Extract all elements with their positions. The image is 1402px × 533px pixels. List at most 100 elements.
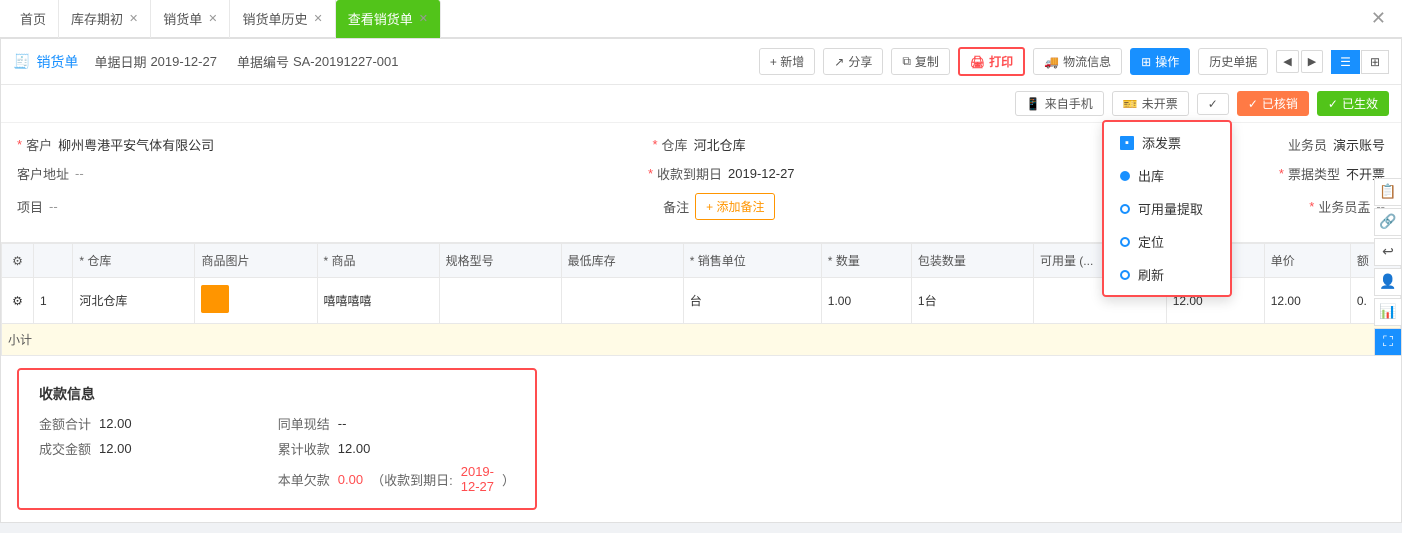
next-arrow[interactable]: ▶ — [1301, 50, 1323, 73]
copy-button[interactable]: ⧉ 复制 — [891, 48, 950, 75]
tab-inventory-init[interactable]: 库存期初 ✕ — [59, 0, 151, 38]
tab-bar-close-button[interactable]: ✕ — [1363, 8, 1394, 29]
transaction-value: 12.00 — [99, 441, 132, 456]
available-qty-item[interactable]: 可用量提取 — [1104, 192, 1230, 225]
balance-note-end: ） — [502, 470, 515, 489]
sidebar-btn-6[interactable]: ⛶ — [1374, 328, 1402, 356]
customer-field: 客户 柳州粤港平安气体有限公司 — [17, 135, 652, 154]
total-label: 金额合计 — [39, 414, 91, 433]
cumulative-label: 累计收款 — [278, 439, 330, 458]
sidebar-btn-4[interactable]: 👤 — [1374, 268, 1402, 296]
sidebar-btn-3[interactable]: ↩ — [1374, 238, 1402, 266]
sidebar-btn-5[interactable]: 📊 — [1374, 298, 1402, 326]
check-icon-btn[interactable]: ✓ — [1197, 93, 1229, 115]
effective-button[interactable]: ✓ 已生效 — [1317, 91, 1389, 116]
staff-field: 业务员 演示账号 — [1288, 135, 1385, 154]
print-button[interactable]: 🖨 打印 — [958, 47, 1025, 76]
project-field: 项目 -- — [17, 197, 663, 216]
tab-close-sales[interactable]: ✕ — [208, 12, 217, 25]
row-min-stock — [561, 278, 683, 324]
row-product: 嘻嘻嘻嘻 — [317, 278, 439, 324]
total-value: 12.00 — [99, 416, 132, 431]
payment-info-title: 收款信息 — [39, 384, 515, 404]
status-row: 📱 来自手机 🎫 未开票 ✓ ✓ 已核销 ✓ 已生效 — [1, 85, 1401, 123]
tab-close-history[interactable]: ✕ — [314, 12, 323, 25]
due-date-label: 收款到期日 — [648, 164, 722, 183]
product-thumbnail — [201, 285, 229, 313]
effective-check-icon: ✓ — [1328, 97, 1338, 111]
warehouse-value: 河北仓库 — [694, 135, 746, 154]
share-button[interactable]: ↗ 分享 — [823, 48, 883, 75]
tab-close-inventory[interactable]: ✕ — [129, 12, 138, 25]
from-phone-button[interactable]: 📱 来自手机 — [1015, 91, 1104, 116]
view-toggle: ☰ ⊞ — [1331, 50, 1389, 74]
ticket-label: 票据类型 — [1279, 164, 1340, 183]
col-rownum — [34, 244, 73, 278]
logistics-button[interactable]: 🚚 物流信息 — [1033, 48, 1122, 75]
transaction-row: 成交金额 12.00 — [39, 439, 258, 458]
row-quantity: 1.00 — [821, 278, 911, 324]
col-settings: ⚙ — [2, 244, 34, 278]
history-button[interactable]: 历史单据 — [1198, 48, 1268, 75]
sold-out-button[interactable]: ✓ 已核销 — [1237, 91, 1309, 116]
outbound-item[interactable]: 出库 — [1104, 159, 1230, 192]
sidebar-btn-2[interactable]: 🔗 — [1374, 208, 1402, 236]
header-actions: + 新增 ↗ 分享 ⧉ 复制 🖨 打印 🚚 物流信息 — [759, 47, 1389, 76]
row-spec — [439, 278, 561, 324]
col-product: * 商品 — [317, 244, 439, 278]
copy-icon: ⧉ — [902, 54, 911, 69]
sidebar-btn-1[interactable]: 📋 — [1374, 178, 1402, 206]
grid-icon: ⊞ — [1141, 55, 1151, 69]
refresh-item[interactable]: 刷新 — [1104, 258, 1230, 291]
ticket-field: 票据类型 不开票 — [1279, 164, 1385, 183]
project-value: -- — [49, 199, 58, 214]
tab-close-view-sales[interactable]: ✕ — [419, 12, 428, 25]
add-invoice-item[interactable]: ▪ 添发票 — [1104, 126, 1230, 159]
header-bar: 🧾 销货单 单据日期 2019-12-27 单据编号 SA-20191227-0… — [1, 39, 1401, 85]
operations-button[interactable]: ⊞ 操作 — [1130, 48, 1190, 75]
total-amount-row: 金额合计 12.00 — [39, 414, 258, 433]
tab-home[interactable]: 首页 — [8, 0, 59, 38]
subtotal-row: 小计 — [2, 324, 1401, 356]
balance-value: 0.00 — [338, 472, 363, 487]
grid-view-button[interactable]: ⊞ — [1361, 50, 1389, 74]
col-package-qty: 包装数量 — [911, 244, 1033, 278]
prev-arrow[interactable]: ◀ — [1276, 50, 1298, 73]
operations-dropdown: ▪ 添发票 出库 可用量提取 定位 刷新 — [1102, 120, 1232, 297]
address-field: 客户地址 -- — [17, 164, 648, 183]
doc-date-field: 单据日期 2019-12-27 — [94, 52, 217, 71]
same-order-label: 同单现结 — [278, 414, 330, 433]
new-button[interactable]: + 新增 — [759, 48, 815, 75]
tab-sales-history[interactable]: 销货单历史 ✕ — [230, 0, 335, 38]
salesperson-label: 业务员盂 — [1309, 197, 1370, 216]
locate-item[interactable]: 定位 — [1104, 225, 1230, 258]
row-settings[interactable]: ⚙ — [2, 278, 34, 324]
payment-info-grid: 金额合计 12.00 同单现结 -- 成交金额 12.00 累计收款 12.00 — [39, 414, 515, 494]
not-opened-button[interactable]: 🎫 未开票 — [1112, 91, 1189, 116]
col-min-stock: 最低库存 — [561, 244, 683, 278]
doc-title-text: 销货单 — [36, 52, 78, 72]
col-unit: * 销售单位 — [683, 244, 821, 278]
col-quantity: * 数量 — [821, 244, 911, 278]
row-unit-price: 12.00 — [1264, 278, 1350, 324]
row-warehouse: 河北仓库 — [73, 278, 195, 324]
check-circle-icon: ✓ — [1248, 97, 1258, 111]
balance-row: 本单欠款 0.00 （收款到期日: 2019-12-27 ） — [278, 464, 515, 494]
list-view-button[interactable]: ☰ — [1331, 50, 1360, 74]
document-title: 🧾 销货单 — [13, 52, 78, 72]
doc-number-field: 单据编号 SA-20191227-001 — [237, 52, 399, 71]
doc-icon: 🧾 — [13, 53, 30, 70]
add-remarks-button[interactable]: + 添加备注 — [695, 193, 775, 220]
tab-sales-order[interactable]: 销货单 ✕ — [151, 0, 230, 38]
cumulative-row: 累计收款 12.00 — [278, 439, 515, 458]
balance-note-start: （收款到期日: — [371, 470, 453, 489]
col-spec: 规格型号 — [439, 244, 561, 278]
staff-value: 演示账号 — [1333, 135, 1385, 154]
doc-meta: 单据日期 2019-12-27 单据编号 SA-20191227-001 — [94, 52, 398, 71]
balance-date: 2019-12-27 — [461, 464, 494, 494]
col-warehouse: * 仓库 — [73, 244, 195, 278]
address-value: -- — [75, 166, 84, 181]
cumulative-value: 12.00 — [338, 441, 371, 456]
col-product-img: 商品图片 — [195, 244, 317, 278]
tab-view-sales[interactable]: 查看销货单 ✕ — [336, 0, 441, 38]
